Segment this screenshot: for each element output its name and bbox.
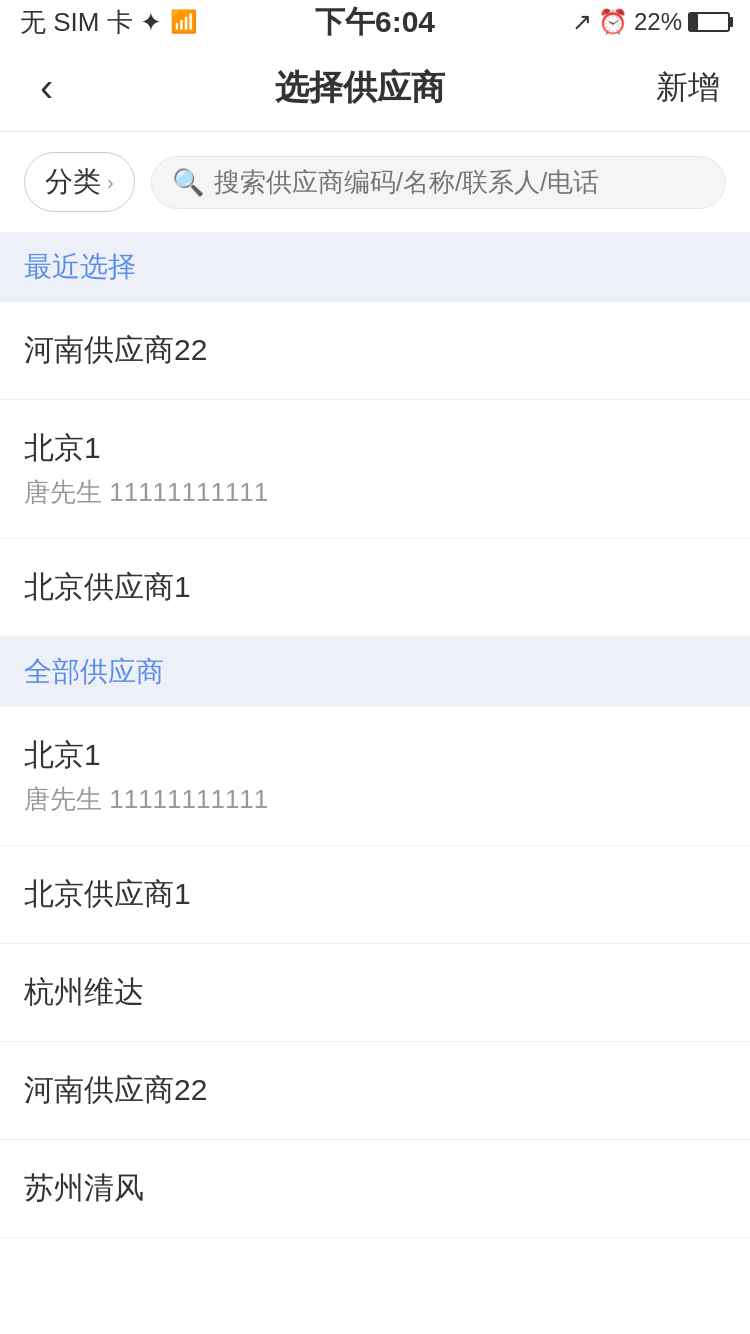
status-right: ↗ ⏰ 22%	[572, 8, 730, 36]
status-bar: 无 SIM 卡 ✦ 📶 下午6:04 ↗ ⏰ 22%	[0, 0, 750, 44]
page-title: 选择供应商	[275, 65, 445, 111]
item-name: 北京供应商1	[24, 567, 726, 608]
all-section-header: 全部供应商	[0, 637, 750, 707]
back-button[interactable]: ‹	[30, 55, 63, 120]
item-name: 杭州维达	[24, 972, 726, 1013]
item-name: 北京供应商1	[24, 874, 726, 915]
all-section-label: 全部供应商	[24, 656, 164, 687]
item-name: 北京1	[24, 735, 726, 776]
recent-section-label: 最近选择	[24, 251, 136, 282]
list-item[interactable]: 北京1 唐先生 11111111111	[0, 400, 750, 539]
new-add-button[interactable]: 新增	[656, 66, 720, 110]
all-list: 北京1 唐先生 11111111111 北京供应商1 杭州维达河南供应商22 苏州清风	[0, 707, 750, 1238]
status-left: 无 SIM 卡 ✦ 📶	[20, 5, 197, 40]
nav-bar: ‹ 选择供应商 新增	[0, 44, 750, 132]
list-item[interactable]: 北京供应商1	[0, 846, 750, 944]
chevron-right-icon: ›	[107, 171, 114, 194]
list-item[interactable]: 北京供应商1	[0, 539, 750, 637]
category-button[interactable]: 分类 ›	[24, 152, 135, 212]
wifi-icon: 📶	[170, 9, 197, 35]
search-input[interactable]	[214, 167, 705, 198]
status-time: 下午6:04	[315, 2, 435, 43]
recent-list: 河南供应商22 北京1 唐先生 11111111111 北京供应商1	[0, 302, 750, 637]
item-name: 苏州清风	[24, 1168, 726, 1209]
filter-bar: 分类 › 🔍	[0, 132, 750, 232]
location-icon: ↗	[572, 8, 592, 36]
alarm-icon: ⏰	[598, 8, 628, 36]
search-icon: 🔍	[172, 167, 204, 198]
battery-icon	[688, 12, 730, 32]
item-name: 北京1	[24, 428, 726, 469]
category-label: 分类	[45, 163, 101, 201]
item-sub: 唐先生 11111111111	[24, 475, 726, 510]
battery-percentage: 22%	[634, 8, 682, 36]
list-item[interactable]: 河南供应商22	[0, 302, 750, 400]
sim-status: 无 SIM 卡 ✦	[20, 5, 162, 40]
item-sub: 唐先生 11111111111	[24, 782, 726, 817]
list-item[interactable]: 苏州清风	[0, 1140, 750, 1238]
recent-section-header: 最近选择	[0, 232, 750, 302]
list-item[interactable]: 河南供应商22	[0, 1042, 750, 1140]
list-item[interactable]: 北京1 唐先生 11111111111	[0, 707, 750, 846]
item-name: 河南供应商22	[24, 330, 726, 371]
item-name: 河南供应商22	[24, 1070, 726, 1111]
list-item[interactable]: 杭州维达	[0, 944, 750, 1042]
search-box[interactable]: 🔍	[151, 156, 726, 209]
